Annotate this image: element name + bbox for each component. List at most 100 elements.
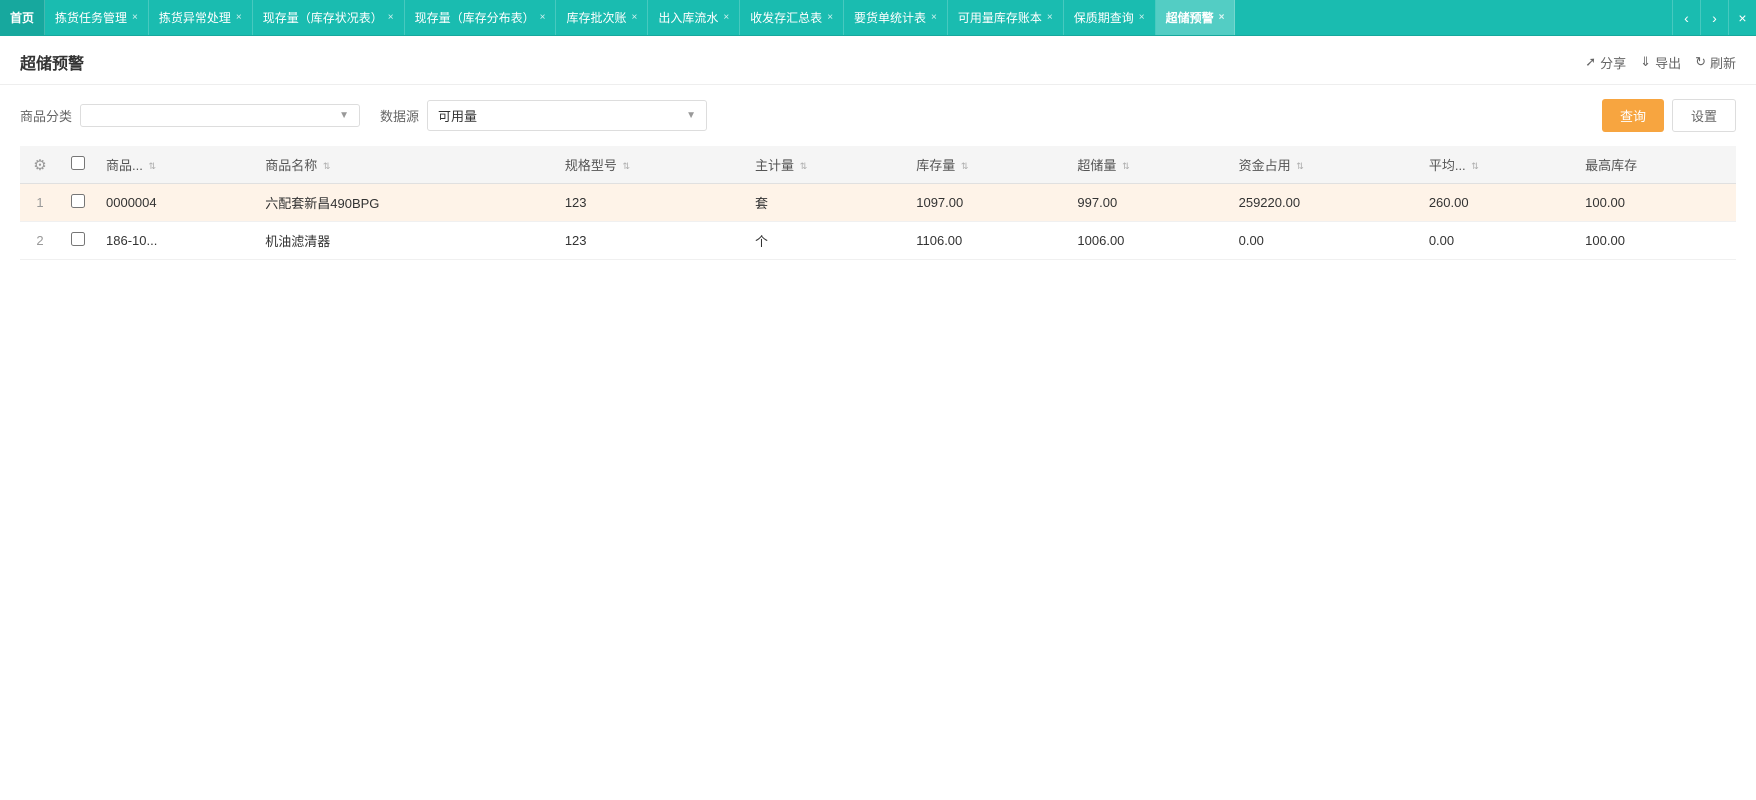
nav-item-1[interactable]: 拣货异常处理 × (149, 0, 253, 35)
export-icon: ⇓ (1640, 54, 1651, 70)
sort-product-name-icon: ⇅ (323, 161, 331, 172)
nav-close-4[interactable]: × (631, 12, 637, 23)
nav-home[interactable]: 首页 (0, 0, 45, 35)
nav-label-1: 拣货异常处理 (159, 9, 231, 26)
table-gear-icon[interactable]: ⚙ (33, 157, 46, 174)
row-spec: 123 (555, 222, 745, 260)
datasource-label: 数据源 (380, 106, 419, 125)
nav-close-0[interactable]: × (132, 12, 138, 23)
nav-next-btn[interactable]: › (1700, 0, 1728, 35)
refresh-action[interactable]: ↻ 刷新 (1695, 53, 1736, 72)
sort-capital-icon: ⇅ (1296, 161, 1304, 172)
th-product-code[interactable]: 商品... ⇅ (96, 146, 255, 184)
th-product-code-label: 商品... (106, 158, 143, 173)
sort-stock-icon: ⇅ (961, 161, 969, 172)
refresh-label: 刷新 (1710, 53, 1736, 72)
row-num: 1 (20, 184, 60, 222)
category-select[interactable]: ▼ (80, 104, 360, 127)
filter-category-group: 商品分类 ▼ (20, 104, 360, 127)
nav-label-5: 出入库流水 (658, 9, 718, 26)
nav-close-3[interactable]: × (540, 12, 546, 23)
page-content: 超储预警 ➚ 分享 ⇓ 导出 ↻ 刷新 商品分类 ▼ 数据源 (0, 36, 1756, 800)
nav-label-4: 库存批次账 (566, 9, 626, 26)
sort-spec-icon: ⇅ (622, 161, 630, 172)
th-checkbox (60, 146, 96, 184)
nav-item-8[interactable]: 可用量库存账本 × (948, 0, 1064, 35)
nav-close-7[interactable]: × (931, 12, 937, 23)
nav-close-8[interactable]: × (1047, 12, 1053, 23)
th-unit[interactable]: 主计量 ⇅ (745, 146, 906, 184)
row-product-name: 六配套新昌490BPG (255, 184, 555, 222)
th-avg[interactable]: 平均... ⇅ (1419, 146, 1575, 184)
nav-label-8: 可用量库存账本 (958, 9, 1042, 26)
sort-product-code-icon: ⇅ (148, 161, 156, 172)
row-product-code: 186-10... (96, 222, 255, 260)
share-icon: ➚ (1585, 54, 1596, 70)
settings-button[interactable]: 设置 (1672, 99, 1736, 132)
export-action[interactable]: ⇓ 导出 (1640, 53, 1681, 72)
export-label: 导出 (1655, 53, 1681, 72)
row-avg: 0.00 (1419, 222, 1575, 260)
nav-close-6[interactable]: × (827, 12, 833, 23)
th-max-stock-label: 最高库存 (1585, 158, 1637, 173)
row-product-name: 机油滤清器 (255, 222, 555, 260)
filter-row: 商品分类 ▼ 数据源 可用量 ▼ 查询 设置 (0, 85, 1756, 146)
select-all-checkbox[interactable] (71, 156, 85, 170)
row-capital: 0.00 (1229, 222, 1419, 260)
th-product-name[interactable]: 商品名称 ⇅ (255, 146, 555, 184)
th-spec[interactable]: 规格型号 ⇅ (555, 146, 745, 184)
share-label: 分享 (1600, 53, 1626, 72)
nav-close-all-btn[interactable]: × (1728, 0, 1756, 35)
datasource-value: 可用量 (438, 106, 477, 125)
refresh-icon: ↻ (1695, 54, 1706, 70)
nav-label-3: 现存量（库存分布表） (415, 9, 535, 26)
th-max-stock[interactable]: 最高库存 (1575, 146, 1736, 184)
row-checkbox-cell (60, 184, 96, 222)
nav-close-2[interactable]: × (388, 12, 394, 23)
th-overstock-label: 超储量 (1077, 158, 1116, 173)
row-checkbox-0[interactable] (71, 194, 85, 208)
data-table: ⚙ 商品... ⇅ 商品名称 ⇅ 规格型号 ⇅ (20, 146, 1736, 260)
th-capital[interactable]: 资金占用 ⇅ (1229, 146, 1419, 184)
nav-item-2[interactable]: 现存量（库存状况表） × (253, 0, 405, 35)
sort-overstock-icon: ⇅ (1122, 161, 1130, 172)
row-unit: 个 (745, 222, 906, 260)
nav-item-5[interactable]: 出入库流水 × (648, 0, 740, 35)
nav-item-6[interactable]: 收发存汇总表 × (740, 0, 844, 35)
nav-close-10[interactable]: × (1219, 12, 1225, 23)
category-chevron-icon: ▼ (339, 110, 349, 121)
nav-prev-btn[interactable]: ‹ (1672, 0, 1700, 35)
th-overstock[interactable]: 超储量 ⇅ (1067, 146, 1228, 184)
nav-item-0[interactable]: 拣货任务管理 × (45, 0, 149, 35)
th-stock[interactable]: 库存量 ⇅ (906, 146, 1067, 184)
row-stock: 1097.00 (906, 184, 1067, 222)
nav-label-9: 保质期查询 (1074, 9, 1134, 26)
nav-close-9[interactable]: × (1139, 12, 1145, 23)
row-overstock: 1006.00 (1067, 222, 1228, 260)
th-product-name-label: 商品名称 (265, 158, 317, 173)
page-header: 超储预警 ➚ 分享 ⇓ 导出 ↻ 刷新 (0, 36, 1756, 85)
table-row: 1 0000004 六配套新昌490BPG 123 套 1097.00 997.… (20, 184, 1736, 222)
category-label: 商品分类 (20, 106, 72, 125)
row-checkbox-1[interactable] (71, 232, 85, 246)
nav-item-7[interactable]: 要货单统计表 × (844, 0, 948, 35)
datasource-chevron-icon: ▼ (686, 110, 696, 121)
table-header-row: ⚙ 商品... ⇅ 商品名称 ⇅ 规格型号 ⇅ (20, 146, 1736, 184)
th-avg-label: 平均... (1429, 158, 1466, 173)
nav-item-3[interactable]: 现存量（库存分布表） × (405, 0, 557, 35)
nav-label-6: 收发存汇总表 (750, 9, 822, 26)
nav-item-10[interactable]: 超储预警 × (1156, 0, 1236, 35)
nav-close-5[interactable]: × (723, 12, 729, 23)
share-action[interactable]: ➚ 分享 (1585, 53, 1626, 72)
row-stock: 1106.00 (906, 222, 1067, 260)
datasource-select[interactable]: 可用量 ▼ (427, 100, 707, 131)
nav-bar: 首页 拣货任务管理 × 拣货异常处理 × 现存量（库存状况表） × 现存量（库存… (0, 0, 1756, 36)
page-title: 超储预警 (20, 50, 84, 74)
nav-home-label: 首页 (10, 9, 34, 26)
filter-datasource-group: 数据源 可用量 ▼ (380, 100, 707, 131)
nav-item-9[interactable]: 保质期查询 × (1064, 0, 1156, 35)
nav-item-4[interactable]: 库存批次账 × (556, 0, 648, 35)
query-button[interactable]: 查询 (1602, 99, 1664, 132)
nav-close-1[interactable]: × (236, 12, 242, 23)
header-actions: ➚ 分享 ⇓ 导出 ↻ 刷新 (1585, 53, 1736, 72)
